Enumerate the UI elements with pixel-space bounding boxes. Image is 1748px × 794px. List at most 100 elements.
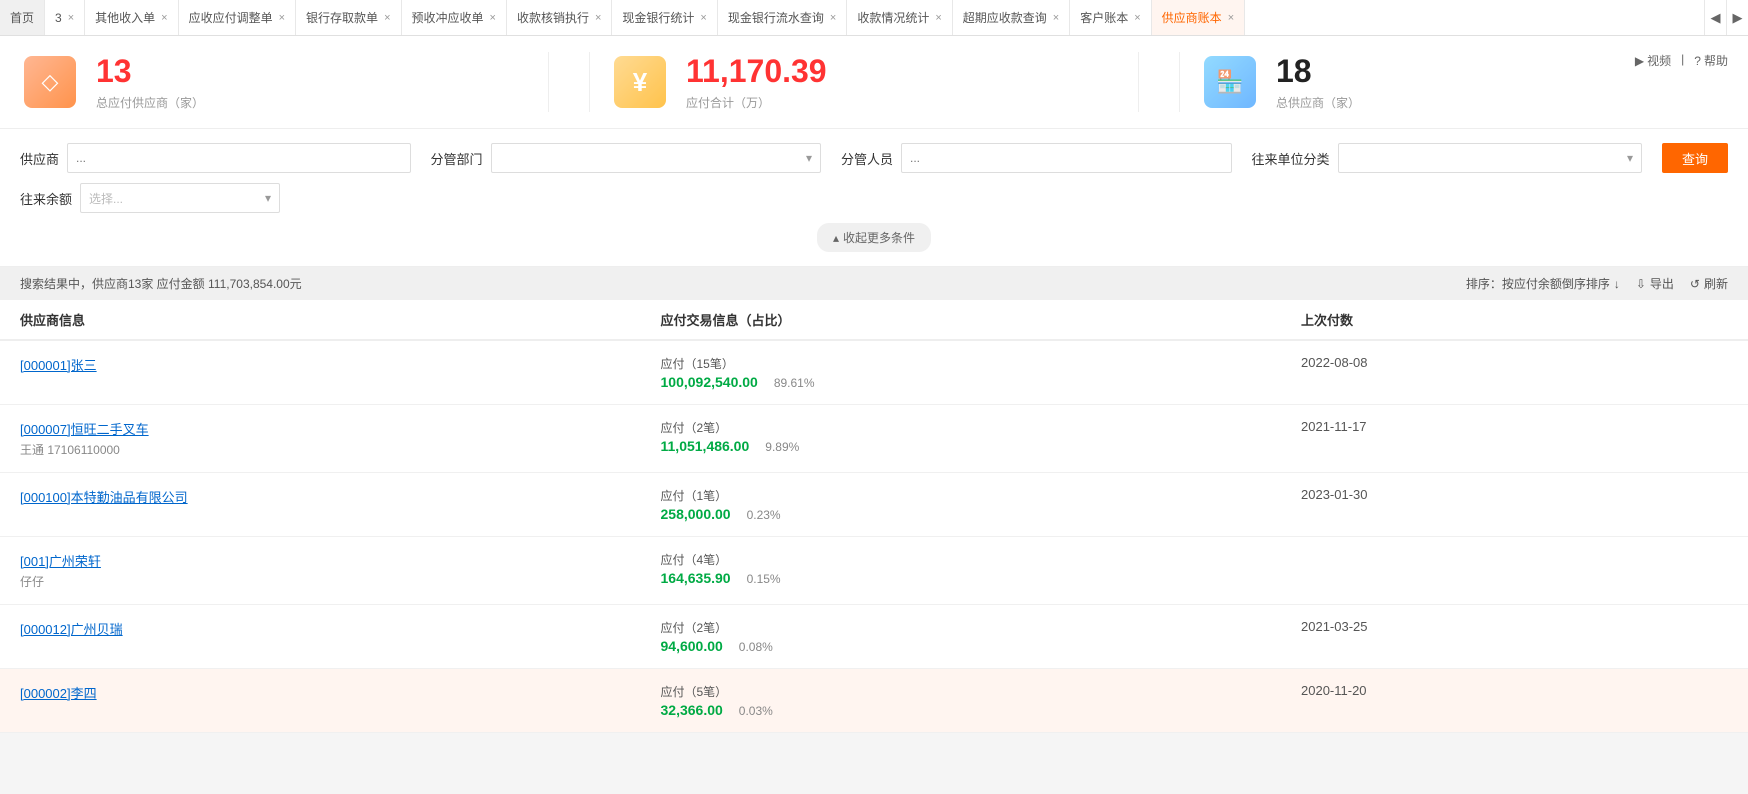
close-tab-ar-ap-adjust[interactable]: × <box>279 12 285 24</box>
shop-icon: 🏪 <box>1200 52 1260 112</box>
close-tab-supplier-book[interactable]: × <box>1228 12 1234 24</box>
nav-tab-overdue-query[interactable]: 超期应收款查询 × <box>953 0 1070 36</box>
nav-tab-cash-flow[interactable]: 现金银行流水查询 × <box>718 0 847 36</box>
stat-payable-amount: ¥ 11,170.39 应付合计（万） <box>610 52 1139 112</box>
supplier-sub: 仔仔 <box>20 573 661 590</box>
txn-label: 应付（15笔） <box>661 355 1302 372</box>
dept-select[interactable]: ▾ <box>491 143 821 173</box>
stat-payable-amount-label: 应付合计（万） <box>686 94 827 111</box>
table-row: [000002]李四 应付（5笔） 32,366.00 0.03% 2020-1… <box>0 669 1748 733</box>
stat-payable-suppliers-label: 总应付供应商（家） <box>96 94 204 111</box>
category-select[interactable]: ▾ <box>1338 143 1642 173</box>
nav-tab-prepaid-offset[interactable]: 预收冲应收单 × <box>402 0 507 36</box>
stat-payable-suppliers-number: 13 <box>96 53 204 90</box>
stat-divider-1 <box>589 52 590 112</box>
results-actions: 排序：按应付余额倒序排序 ↓ ⇩ 导出 ↺ 刷新 <box>1466 275 1728 292</box>
txn-label: 应付（2笔） <box>661 419 1302 436</box>
refresh-action[interactable]: ↺ 刷新 <box>1690 275 1728 292</box>
close-tab-receipt-verify[interactable]: × <box>595 12 601 24</box>
stat-divider-2 <box>1179 52 1180 112</box>
chevron-down-icon-2: ▾ <box>1627 151 1633 165</box>
txn-amount: 100,092,540.00 <box>661 374 758 390</box>
supplier-link[interactable]: [000012]广州贝瑞 <box>20 622 123 637</box>
supplier-link[interactable]: [000002]李四 <box>20 686 97 701</box>
chevron-down-icon: ▾ <box>806 151 812 165</box>
supplier-link[interactable]: [000001]张三 <box>20 358 97 373</box>
supplier-cell: [000001]张三 <box>20 355 661 374</box>
refresh-icon: ↺ <box>1690 277 1700 291</box>
close-tab-cash-flow[interactable]: × <box>830 12 836 24</box>
table-row: [000001]张三 应付（15笔） 100,092,540.00 89.61%… <box>0 341 1748 405</box>
nav-tab-other-income[interactable]: 其他收入单 × <box>85 0 178 36</box>
nav-tab-receipt-verify[interactable]: 收款核销执行 × <box>507 0 612 36</box>
person-label: 分管人员 <box>841 149 893 168</box>
sort-action[interactable]: 排序：按应付余额倒序排序 ↓ <box>1466 275 1620 292</box>
export-icon: ⇩ <box>1636 277 1646 291</box>
person-input[interactable] <box>901 143 1231 173</box>
header-actions: ▶ 视频 | ? 帮助 <box>1635 52 1728 69</box>
filter-person: 分管人员 <box>841 143 1232 173</box>
txn-pct: 0.03% <box>739 704 773 718</box>
balance-select[interactable]: 选择... ▾ <box>80 183 280 213</box>
txn-amount: 94,600.00 <box>661 638 723 654</box>
nav-tab-ar-ap-adjust[interactable]: 应收应付调整单 × <box>179 0 296 36</box>
video-action[interactable]: ▶ 视频 <box>1635 52 1671 69</box>
last-payment-cell: 2021-11-17 <box>1301 419 1728 434</box>
txn-cell: 应付（15笔） 100,092,540.00 89.61% <box>661 355 1302 390</box>
table-row: [001]广州荣轩 仔仔 应付（4笔） 164,635.90 0.15% <box>0 537 1748 605</box>
supplier-link[interactable]: [001]广州荣轩 <box>20 554 101 569</box>
stat-total-suppliers-text: 18 总供应商（家） <box>1276 53 1360 111</box>
video-icon: ▶ <box>1635 54 1644 68</box>
txn-row: 164,635.90 0.15% <box>661 568 1302 586</box>
close-tab-customer-book[interactable]: × <box>1134 12 1140 24</box>
table-row: [000012]广州贝瑞 应付（2笔） 94,600.00 0.08% 2021… <box>0 605 1748 669</box>
chevron-down-icon-3: ▾ <box>265 191 271 205</box>
close-tab-3[interactable]: × <box>68 12 74 24</box>
nav-tab-cash-bank-stat[interactable]: 现金银行统计 × <box>612 0 717 36</box>
close-tab-other-income[interactable]: × <box>161 12 167 24</box>
txn-row: 100,092,540.00 89.61% <box>661 372 1302 390</box>
supplier-cell: [000007]恒旺二手叉车 王通 17106110000 <box>20 419 661 458</box>
balance-label: 往来余额 <box>20 189 72 208</box>
coin-icon: ¥ <box>610 52 670 112</box>
close-tab-receipt-stat[interactable]: × <box>935 12 941 24</box>
txn-amount: 164,635.90 <box>661 570 731 586</box>
search-button[interactable]: 查询 <box>1662 143 1728 173</box>
dept-label: 分管部门 <box>431 149 483 168</box>
txn-pct: 89.61% <box>774 376 815 390</box>
nav-tab-home[interactable]: 首页 <box>0 0 45 36</box>
txn-row: 258,000.00 0.23% <box>661 504 1302 522</box>
table-row: [000100]本特勤油品有限公司 应付（1笔） 258,000.00 0.23… <box>0 473 1748 537</box>
nav-tab-receipt-stat[interactable]: 收款情况统计 × <box>847 0 952 36</box>
supplier-link[interactable]: [000100]本特勤油品有限公司 <box>20 490 188 505</box>
filter-row-2: 往来余额 选择... ▾ <box>20 183 1728 213</box>
nav-tab-customer-book[interactable]: 客户账本 × <box>1070 0 1151 36</box>
results-summary: 搜索结果中，供应商13家 应付金额 111,703,854.00元 <box>20 275 302 292</box>
nav-tab-bank-deposit[interactable]: 银行存取款单 × <box>296 0 401 36</box>
collapse-button[interactable]: ▴ 收起更多条件 <box>817 223 931 252</box>
filter-row-1: 供应商 分管部门 ▾ 分管人员 往来单位分类 ▾ 查询 <box>20 143 1728 173</box>
txn-amount: 11,051,486.00 <box>661 438 750 454</box>
txn-cell: 应付（2笔） 94,600.00 0.08% <box>661 619 1302 654</box>
nav-scroll-right[interactable]: ▶ <box>1726 0 1748 36</box>
sort-icon: ↓ <box>1614 277 1620 291</box>
txn-row: 32,366.00 0.03% <box>661 700 1302 718</box>
last-payment-cell: 2020-11-20 <box>1301 683 1728 698</box>
nav-tab-supplier-book[interactable]: 供应商账本 × <box>1152 0 1245 36</box>
close-tab-prepaid-offset[interactable]: × <box>490 12 496 24</box>
txn-cell: 应付（4笔） 164,635.90 0.15% <box>661 551 1302 586</box>
nav-scroll-left[interactable]: ◀ <box>1704 0 1726 36</box>
txn-amount: 32,366.00 <box>661 702 723 718</box>
txn-pct: 0.15% <box>747 572 781 586</box>
col-txn-info: 应付交易信息（占比） <box>661 310 1302 329</box>
close-tab-overdue-query[interactable]: × <box>1053 12 1059 24</box>
filter-supplier: 供应商 <box>20 143 411 173</box>
close-tab-bank-deposit[interactable]: × <box>384 12 390 24</box>
close-tab-cash-bank-stat[interactable]: × <box>700 12 706 24</box>
supplier-input[interactable] <box>67 143 410 173</box>
export-action[interactable]: ⇩ 导出 <box>1636 275 1674 292</box>
nav-tab-3[interactable]: 3 × <box>45 0 85 36</box>
help-action[interactable]: ? 帮助 <box>1694 52 1728 69</box>
supplier-link[interactable]: [000007]恒旺二手叉车 <box>20 422 149 437</box>
stat-payable-suppliers-text: 13 总应付供应商（家） <box>96 53 204 111</box>
